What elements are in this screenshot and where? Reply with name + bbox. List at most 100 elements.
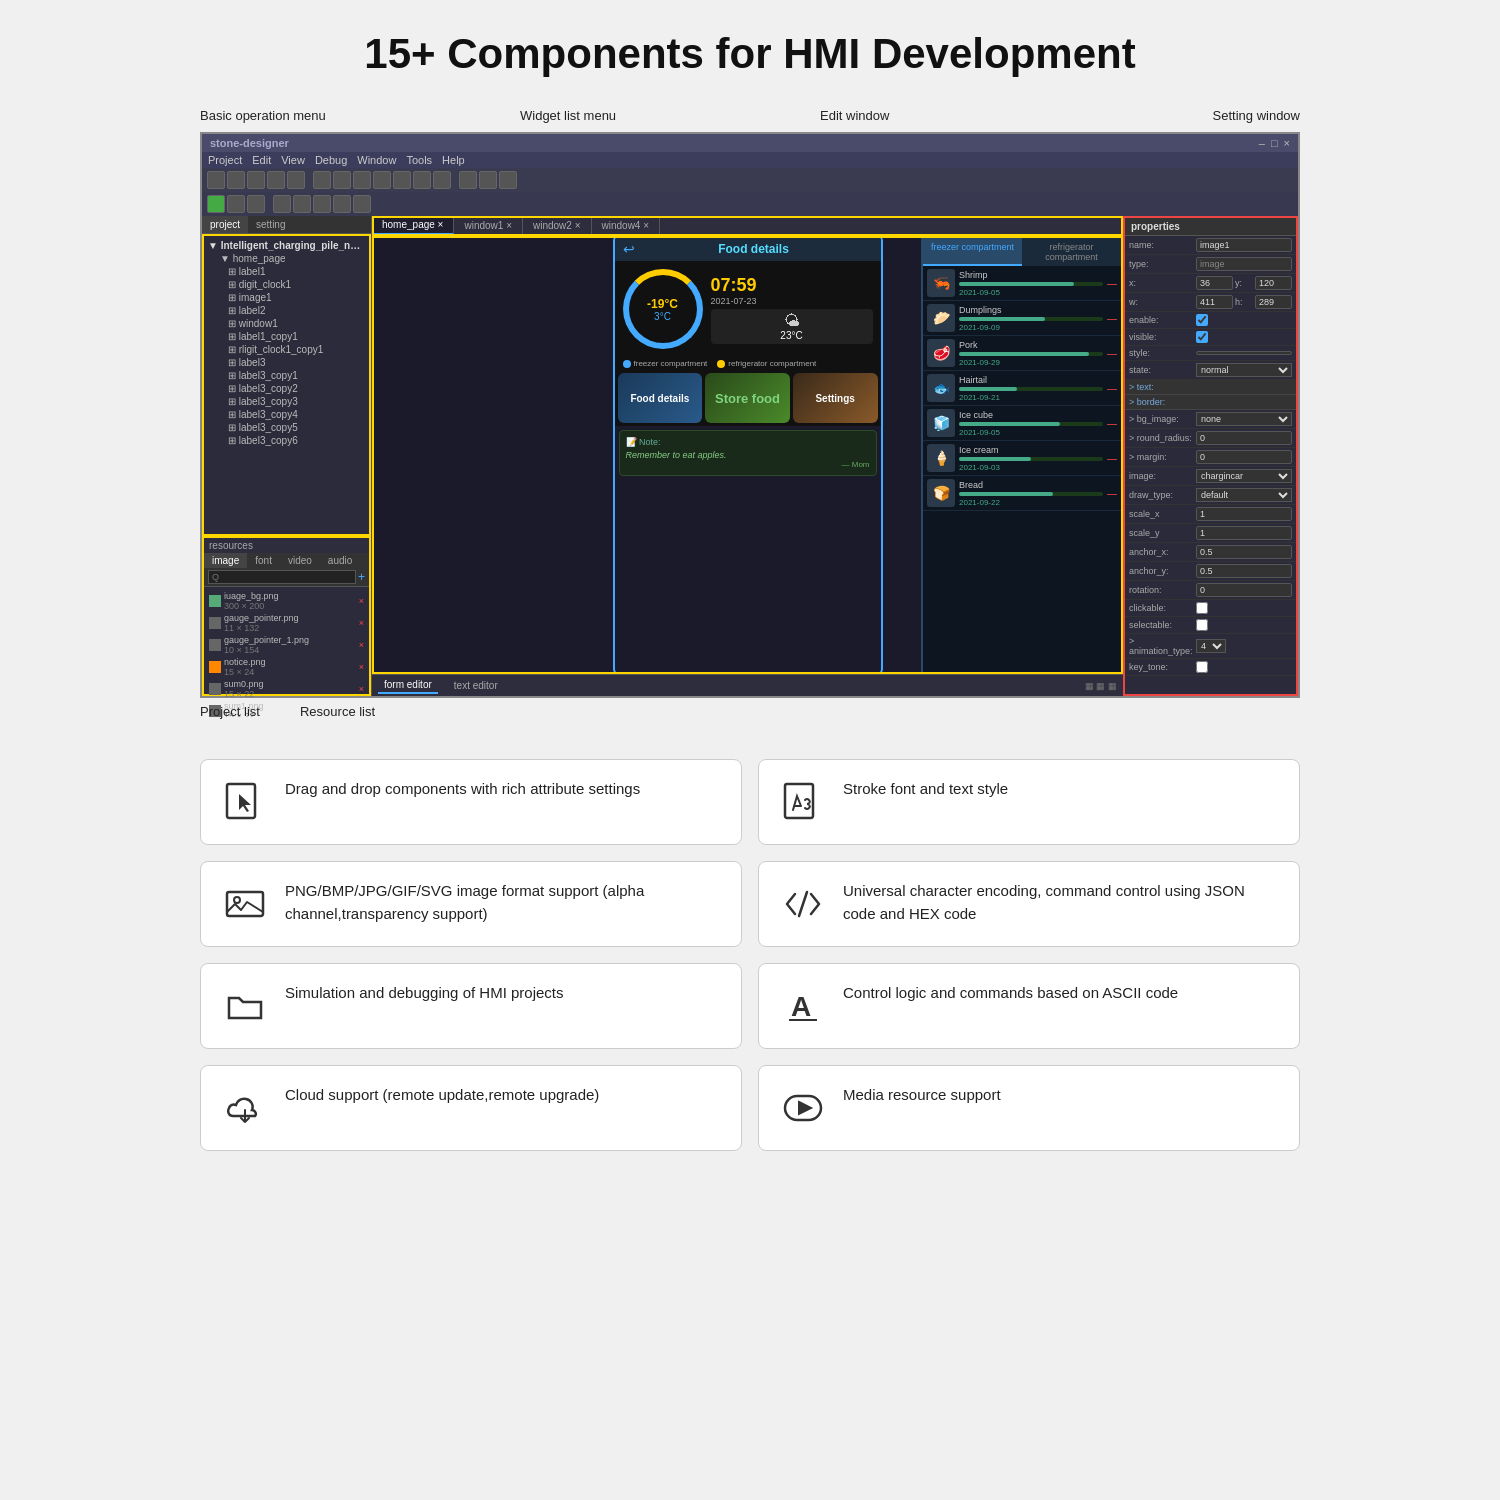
menu-window[interactable]: Window (357, 154, 396, 166)
menu-view[interactable]: View (281, 154, 305, 166)
prop-key-tone-checkbox[interactable] (1196, 661, 1208, 673)
resource-item-5[interactable]: sum0.png15 × 22 × (207, 678, 366, 700)
tab-project[interactable]: project (202, 216, 248, 233)
tree-item-label3-copy4[interactable]: ⊞ label3_copy4 (204, 408, 369, 421)
tree-item-digit-clock[interactable]: ⊞ digit_clock1 (204, 278, 369, 291)
prop-image-select[interactable]: chargincar (1196, 469, 1292, 483)
food-del-pork[interactable]: — (1107, 348, 1117, 359)
food-del-ice-cube[interactable]: — (1107, 418, 1117, 429)
toolbar2-btn-4[interactable] (273, 195, 291, 213)
food-del-hairtail[interactable]: — (1107, 383, 1117, 394)
tree-item-label3-copy5[interactable]: ⊞ label3_copy5 (204, 421, 369, 434)
bottom-tab-text[interactable]: text editor (448, 678, 504, 693)
prop-draw-type-select[interactable]: default (1196, 488, 1292, 502)
bottom-tab-form[interactable]: form editor (378, 677, 438, 694)
prop-bg-image-select[interactable]: none (1196, 412, 1292, 426)
food-del-ice-cream[interactable]: — (1107, 453, 1117, 464)
delete-res-3[interactable]: × (359, 640, 364, 650)
hmi-nav-food-details[interactable]: Food details (618, 373, 703, 423)
toolbar-btn-12[interactable] (433, 171, 451, 189)
tab-window4[interactable]: window4 × (592, 217, 661, 234)
tree-item-root[interactable]: ▼ Intelligent_charging_pile_new (204, 239, 369, 252)
menu-project[interactable]: Project (208, 154, 242, 166)
delete-res-4[interactable]: × (359, 662, 364, 672)
toolbar-btn-5[interactable] (287, 171, 305, 189)
delete-res-5[interactable]: × (359, 684, 364, 694)
hmi-back-btn[interactable]: ↩ (623, 241, 635, 257)
toolbar-btn-9[interactable] (373, 171, 391, 189)
toolbar2-btn-5[interactable] (293, 195, 311, 213)
tree-item-image1[interactable]: ⊞ image1 (204, 291, 369, 304)
toolbar-btn-1[interactable] (207, 171, 225, 189)
prop-clickable-checkbox[interactable] (1196, 602, 1208, 614)
prop-visible-checkbox[interactable] (1196, 331, 1208, 343)
resource-item-4[interactable]: notice.png15 × 24 × (207, 656, 366, 678)
food-del-bread[interactable]: — (1107, 488, 1117, 499)
toolbar-btn-15[interactable] (499, 171, 517, 189)
delete-res-2[interactable]: × (359, 618, 364, 628)
minimize-btn[interactable]: – (1259, 137, 1265, 149)
hmi-nav-settings[interactable]: Settings (793, 373, 878, 423)
toolbar2-btn-8[interactable] (353, 195, 371, 213)
resource-tab-font[interactable]: font (247, 553, 280, 568)
prop-selectable-checkbox[interactable] (1196, 619, 1208, 631)
toolbar2-btn-6[interactable] (313, 195, 331, 213)
resource-item-1[interactable]: iuage_bg.png300 × 200 × (207, 590, 366, 612)
hmi-nav-store-food[interactable]: Store food (705, 373, 790, 423)
menu-help[interactable]: Help (442, 154, 465, 166)
close-btn[interactable]: × (1284, 137, 1290, 149)
food-tab-fridge[interactable]: refrigerator compartment (1022, 238, 1121, 266)
maximize-btn[interactable]: □ (1271, 137, 1278, 149)
tab-setting[interactable]: setting (248, 216, 293, 233)
resource-item-2[interactable]: gauge_pointer.png11 × 132 × (207, 612, 366, 634)
tree-item-label3-copy3[interactable]: ⊞ label3_copy3 (204, 395, 369, 408)
prop-animation-type-select[interactable]: 4 (1196, 639, 1226, 653)
toolbar2-btn-3[interactable] (247, 195, 265, 213)
prop-enable-checkbox[interactable] (1196, 314, 1208, 326)
hmi-info-col: 07:59 2021-07-23 🌤 23°C (711, 275, 873, 344)
resource-search-input[interactable] (208, 570, 356, 584)
toolbar-btn-3[interactable] (247, 171, 265, 189)
tab-home-page[interactable]: home_page × (372, 216, 454, 235)
resource-tab-audio[interactable]: audio (320, 553, 360, 568)
tree-item-label3-copy2[interactable]: ⊞ label3_copy2 (204, 382, 369, 395)
toolbar-btn-8[interactable] (353, 171, 371, 189)
menu-debug[interactable]: Debug (315, 154, 347, 166)
delete-res-1[interactable]: × (359, 596, 364, 606)
food-del-shrimp[interactable]: — (1107, 278, 1117, 289)
resource-tab-video[interactable]: video (280, 553, 320, 568)
tree-item-home[interactable]: ▼ home_page (204, 252, 369, 265)
toolbar-btn-7[interactable] (333, 171, 351, 189)
toolbar2-btn-7[interactable] (333, 195, 351, 213)
food-tab-freezer[interactable]: freezer compartment (923, 238, 1022, 266)
toolbar-btn-14[interactable] (479, 171, 497, 189)
menu-tools[interactable]: Tools (406, 154, 432, 166)
tree-item-clock-copy[interactable]: ⊞ rligit_clock1_copy1 (204, 343, 369, 356)
toolbar-btn-4[interactable] (267, 171, 285, 189)
toolbar-btn-2[interactable] (227, 171, 245, 189)
tree-item-label1-copy1[interactable]: ⊞ label1_copy1 (204, 330, 369, 343)
tab-window1[interactable]: window1 × (454, 217, 523, 234)
toolbar-btn-10[interactable] (393, 171, 411, 189)
food-del-dumplings[interactable]: — (1107, 313, 1117, 324)
window-controls[interactable]: – □ × (1259, 137, 1290, 149)
menu-edit[interactable]: Edit (252, 154, 271, 166)
toolbar2-btn-2[interactable] (227, 195, 245, 213)
tree-item-label1[interactable]: ⊞ label1 (204, 265, 369, 278)
resource-add-btn[interactable]: + (358, 570, 365, 584)
toolbar-btn-11[interactable] (413, 171, 431, 189)
tree-item-label3-copy6[interactable]: ⊞ label3_copy6 (204, 434, 369, 447)
tree-item-label3[interactable]: ⊞ label3 (204, 356, 369, 369)
prop-scale-y: scale_y 1 (1125, 524, 1296, 543)
tree-item-window1[interactable]: ⊞ window1 (204, 317, 369, 330)
toolbar-btn-13[interactable] (459, 171, 477, 189)
tab-window2[interactable]: window2 × (523, 217, 592, 234)
annotation-project-list: Project list (200, 704, 260, 719)
tree-item-label2[interactable]: ⊞ label2 (204, 304, 369, 317)
toolbar-btn-6[interactable] (313, 171, 331, 189)
prop-state-select[interactable]: normal (1196, 363, 1292, 377)
resource-item-3[interactable]: gauge_pointer_1.png10 × 154 × (207, 634, 366, 656)
resource-tab-image[interactable]: image (204, 553, 247, 568)
toolbar2-btn-1[interactable] (207, 195, 225, 213)
tree-item-label3-copy1[interactable]: ⊞ label3_copy1 (204, 369, 369, 382)
